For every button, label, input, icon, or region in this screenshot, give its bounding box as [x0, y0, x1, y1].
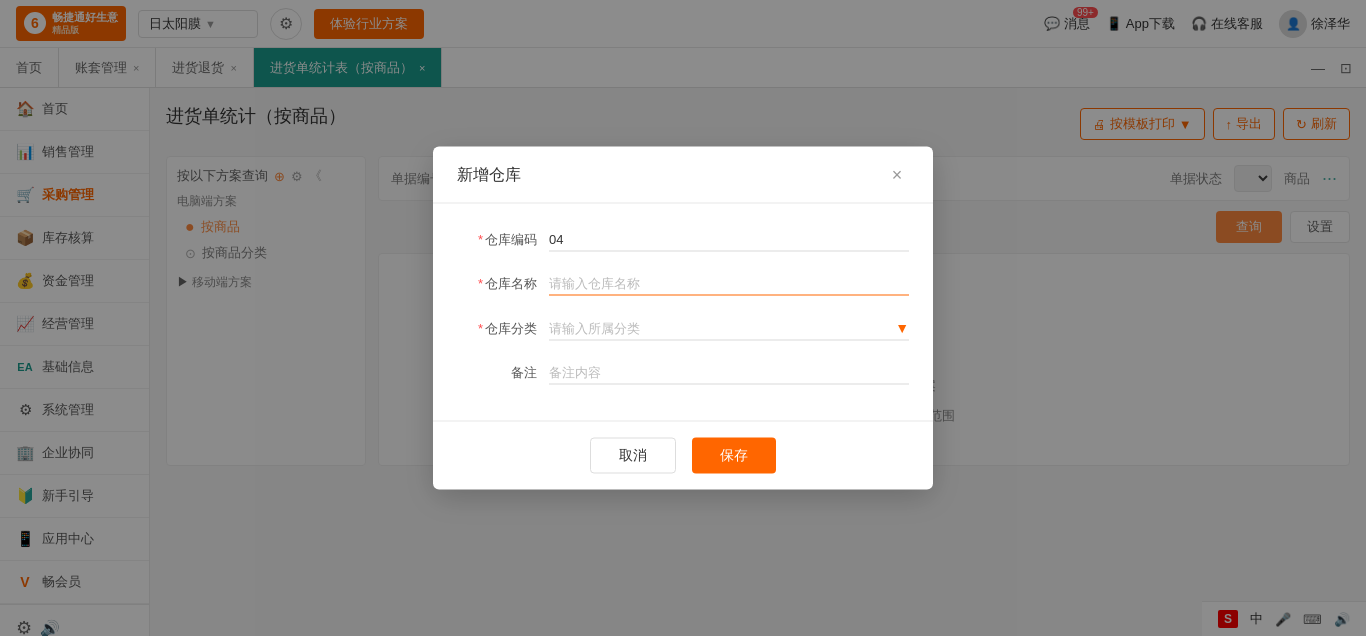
- category-input[interactable]: [549, 320, 895, 335]
- new-warehouse-modal: 新增仓库 × 仓库编码 仓库名称 仓库分类 ▼ 备注 取消 保存: [433, 147, 933, 490]
- category-select[interactable]: ▼: [549, 316, 909, 341]
- name-input[interactable]: [549, 272, 909, 296]
- code-input[interactable]: [549, 228, 909, 252]
- form-row-name: 仓库名称: [457, 272, 909, 296]
- form-row-category: 仓库分类 ▼: [457, 316, 909, 341]
- form-row-remark: 备注: [457, 361, 909, 385]
- modal-body: 仓库编码 仓库名称 仓库分类 ▼ 备注: [433, 204, 933, 421]
- modal-title: 新增仓库: [457, 164, 521, 185]
- category-label: 仓库分类: [457, 319, 537, 337]
- remark-input[interactable]: [549, 361, 909, 385]
- category-dropdown-arrow: ▼: [895, 320, 909, 336]
- form-row-code: 仓库编码: [457, 228, 909, 252]
- remark-label: 备注: [457, 364, 537, 382]
- save-button[interactable]: 保存: [692, 438, 776, 474]
- name-label: 仓库名称: [457, 275, 537, 293]
- code-label: 仓库编码: [457, 231, 537, 249]
- modal-close-button[interactable]: ×: [885, 163, 909, 187]
- modal-footer: 取消 保存: [433, 421, 933, 490]
- cancel-button[interactable]: 取消: [590, 438, 676, 474]
- modal-header: 新增仓库 ×: [433, 147, 933, 204]
